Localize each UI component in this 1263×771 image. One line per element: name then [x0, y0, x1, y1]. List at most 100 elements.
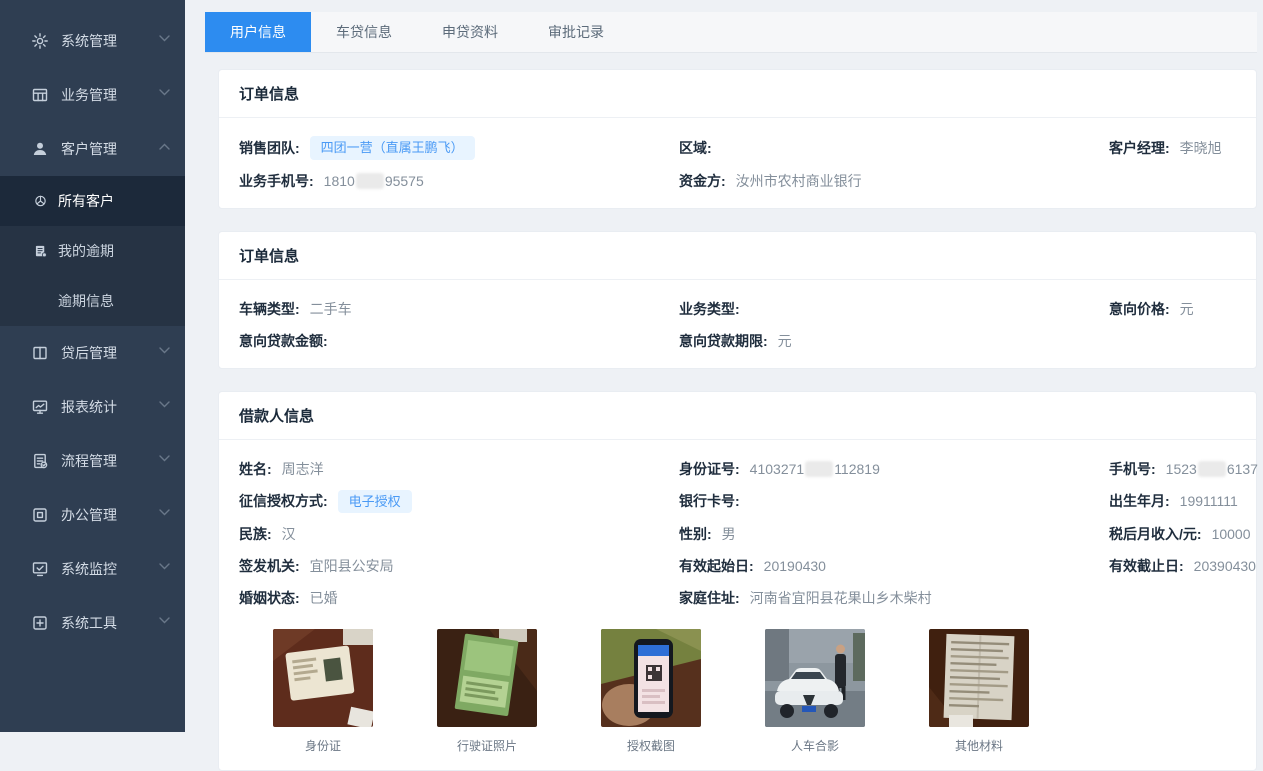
- field-label: 签发机关:: [239, 556, 300, 576]
- card-title: 订单信息: [219, 232, 1256, 280]
- photo-thumbnail: [929, 629, 1029, 727]
- field-value-suffix: 6137: [1227, 461, 1258, 477]
- sidebar-item-post-loan-management[interactable]: 贷后管理: [0, 326, 185, 380]
- field-row: 销售团队:四团一营（直属王鹏飞）区域:客户经理: 李晓旭: [239, 136, 1236, 160]
- field-account-manager: 客户经理: 李晓旭: [1109, 138, 1236, 158]
- no-icon: [33, 294, 48, 309]
- field-value: 男: [722, 524, 736, 544]
- field-label: 民族:: [239, 524, 272, 544]
- field-funder: 资金方:汝州市农村商业银行: [679, 171, 1109, 191]
- field-value-prefix: 4103271: [750, 461, 805, 477]
- field-region: 区域:: [679, 138, 1109, 158]
- sidebar-item-label: 逾期信息: [58, 291, 114, 311]
- field-value: 已婚: [310, 588, 338, 608]
- card-order-info-1: 订单信息销售团队:四团一营（直属王鹏飞）区域:客户经理: 李晓旭业务手机号:181…: [218, 69, 1257, 209]
- field-tag: 四团一营（直属王鹏飞）: [310, 136, 475, 160]
- field-value: 河南省宜阳县花果山乡木柴村: [750, 588, 932, 608]
- office-icon: [31, 506, 49, 524]
- field-intended-price: 意向价格:元: [1109, 299, 1236, 319]
- tab-loan-application-docs[interactable]: 申贷资料: [417, 12, 523, 52]
- field-value: 李晓旭: [1180, 138, 1222, 158]
- field-ethnicity: 民族:汉: [239, 524, 679, 544]
- chevron-down-icon: [159, 617, 171, 629]
- tab-car-loan-info[interactable]: 车贷信息: [311, 12, 417, 52]
- grid-icon: [31, 86, 49, 104]
- field-bank-card-number: 银行卡号:: [679, 491, 1109, 511]
- tab-user-info[interactable]: 用户信息: [205, 12, 311, 52]
- photo-thumbnail: [601, 629, 701, 727]
- field-gender: 性别: 男: [679, 524, 1109, 544]
- field-value: 19911111: [1180, 493, 1238, 509]
- field-id-number: 身份证号: 4103271 112819: [679, 459, 1109, 479]
- sidebar-item-label: 所有客户: [58, 191, 114, 211]
- field-value-suffix: 95575: [385, 173, 424, 189]
- field-business-phone: 业务手机号:181095575: [239, 171, 679, 191]
- sidebar-item-label: 我的逾期: [58, 241, 114, 261]
- photo-label: 人车合影: [765, 737, 865, 754]
- field-row: 意向贷款金额: 意向贷款期限:元: [239, 330, 1236, 352]
- ledger-icon: [33, 244, 48, 259]
- chevron-down-icon: [159, 455, 171, 467]
- photo-row: 身份证行驶证照片 授权截图 人车合影 其他材料: [273, 629, 1236, 754]
- field-label: 税后月收入/元:: [1109, 524, 1202, 544]
- chevron-up-icon: [159, 143, 171, 155]
- field-label: 意向贷款金额:: [239, 331, 328, 351]
- sidebar-menu: 系统管理业务管理客户管理所有客户我的逾期逾期信息贷后管理报表统计流程管理办公管理…: [0, 14, 185, 650]
- field-phone-number: 手机号:15236137: [1109, 459, 1258, 479]
- vehicle-license-photo[interactable]: 行驶证照片: [437, 629, 537, 754]
- field-sales-team: 销售团队:四团一营（直属王鹏飞）: [239, 136, 679, 160]
- sidebar-item-report-statistics[interactable]: 报表统计: [0, 380, 185, 434]
- card-title: 订单信息: [219, 70, 1256, 118]
- field-row: 民族:汉性别:男税后月收入/元:10000: [239, 523, 1236, 545]
- main-content: 用户信息车贷信息申贷资料审批记录 订单信息销售团队:四团一营（直属王鹏飞）区域:…: [185, 0, 1263, 732]
- field-label: 性别:: [679, 524, 712, 544]
- person-car-photo[interactable]: 人车合影: [765, 629, 865, 754]
- tab-approval-records[interactable]: 审批记录: [523, 12, 629, 52]
- id-card-photo[interactable]: 身份证: [273, 629, 373, 754]
- field-label: 身份证号:: [679, 459, 740, 479]
- photo-label: 其他材料: [929, 737, 1029, 754]
- field-valid-to: 有效截止日:20390430: [1109, 556, 1256, 576]
- field-birth-date: 出生年月:19911111: [1109, 491, 1238, 511]
- field-vehicle-type: 车辆类型:二手车: [239, 299, 679, 319]
- field-label: 业务手机号:: [239, 171, 314, 191]
- sidebar-item-overdue-info[interactable]: 逾期信息: [0, 276, 185, 326]
- field-intended-loan-term: 意向贷款期限:元: [679, 331, 1109, 351]
- monitor-icon: [31, 398, 49, 416]
- sidebar-item-process-management[interactable]: 流程管理: [0, 434, 185, 488]
- chevron-down-icon: [159, 563, 171, 575]
- field-label: 有效起始日:: [679, 556, 754, 576]
- field-label: 车辆类型:: [239, 299, 300, 319]
- sidebar-item-label: 业务管理: [61, 85, 159, 105]
- photo-label: 行驶证照片: [437, 737, 537, 754]
- field-label: 客户经理:: [1109, 138, 1170, 158]
- sidebar-item-label: 报表统计: [61, 397, 159, 417]
- sidebar-item-system-management[interactable]: 系统管理: [0, 14, 185, 68]
- auth-screenshot-photo[interactable]: 授权截图: [601, 629, 701, 754]
- field-tag: 电子授权: [338, 490, 412, 514]
- sidebar-item-all-customers[interactable]: 所有客户: [0, 176, 185, 226]
- sidebar-item-office-management[interactable]: 办公管理: [0, 488, 185, 542]
- field-label: 姓名:: [239, 459, 272, 479]
- field-issuing-authority: 签发机关: 宜阳县公安局: [239, 556, 679, 576]
- field-value: 元: [778, 331, 792, 351]
- sidebar-item-system-tools[interactable]: 系统工具: [0, 596, 185, 650]
- field-value-suffix: 112819: [834, 461, 880, 477]
- sidebar-item-system-monitor[interactable]: 系统监控: [0, 542, 185, 596]
- sidebar-item-label: 系统监控: [61, 559, 159, 579]
- photo-label: 授权截图: [601, 737, 701, 754]
- field-name: 姓名:周志洋: [239, 459, 679, 479]
- sidebar-item-customer-management[interactable]: 客户管理: [0, 122, 185, 176]
- user-icon: [31, 140, 49, 158]
- field-label: 资金方:: [679, 171, 726, 191]
- chevron-down-icon: [159, 347, 171, 359]
- sidebar-item-label: 系统管理: [61, 31, 159, 51]
- other-document-photo[interactable]: 其他材料: [929, 629, 1029, 754]
- tab-bar: 用户信息车贷信息申贷资料审批记录: [205, 12, 1257, 53]
- sidebar-item-business-management[interactable]: 业务管理: [0, 68, 185, 122]
- card-body: 销售团队:四团一营（直属王鹏飞）区域:客户经理: 李晓旭业务手机号:1810955…: [219, 118, 1256, 208]
- field-value: 宜阳县公安局: [310, 556, 394, 576]
- cards-container: 订单信息销售团队:四团一营（直属王鹏飞）区域:客户经理:李晓旭业务手机号:181…: [218, 69, 1257, 771]
- sidebar-item-my-overdue[interactable]: 我的逾期: [0, 226, 185, 276]
- field-row: 车辆类型:二手车业务类型:意向价格:元: [239, 298, 1236, 320]
